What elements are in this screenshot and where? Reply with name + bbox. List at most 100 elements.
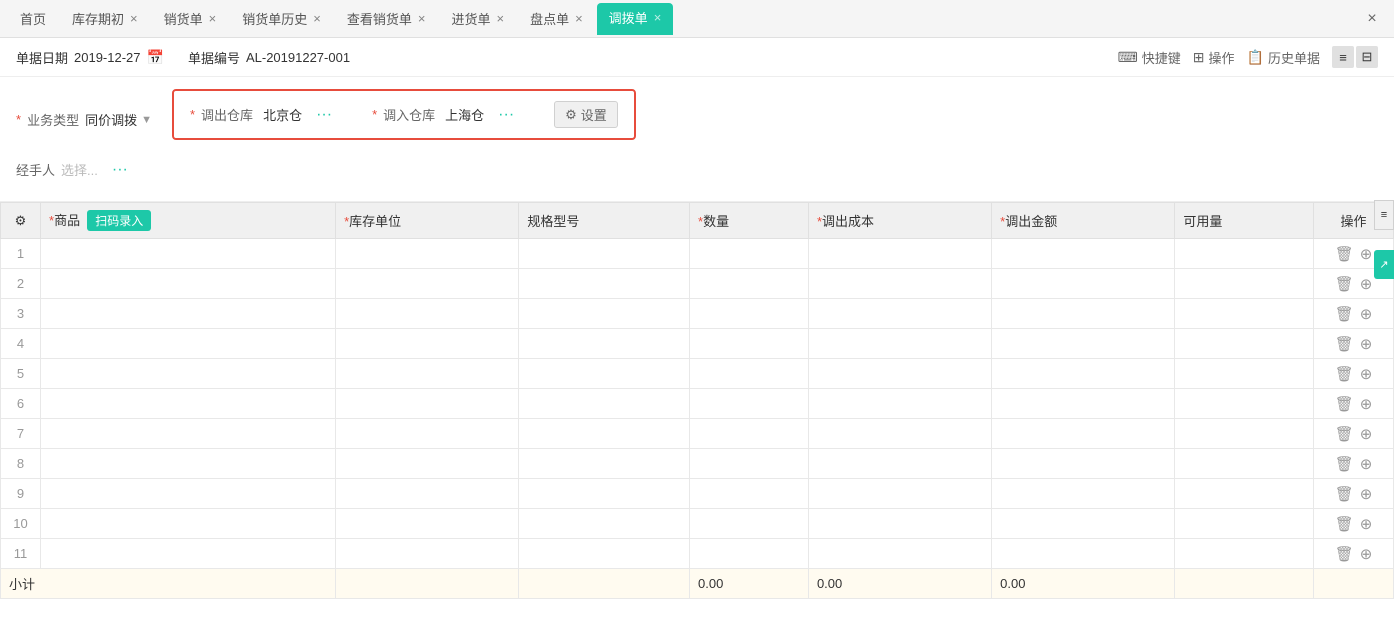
agent-placeholder[interactable]: 选择... [61, 160, 98, 179]
tab-bar: 首页 库存期初 × 销货单 × 销货单历史 × 查看销货单 × 进货单 × 盘点… [0, 0, 1394, 38]
copy-row-icon[interactable]: ⊕ [1360, 485, 1373, 503]
col-product: *商品 扫码录入 [41, 203, 336, 239]
delete-row-icon[interactable]: 🗑 [1335, 545, 1354, 563]
doc-no-value: AL-20191227-001 [246, 50, 350, 65]
form-settings-button[interactable]: ⚙ 设置 [554, 101, 618, 128]
table-row: 5🗑⊕ [1, 359, 1394, 389]
warehouse-out-field: * 调出仓库 北京仓 ··· [190, 105, 332, 124]
tab-home[interactable]: 首页 [8, 3, 58, 35]
warehouse-box: * 调出仓库 北京仓 ··· * 调入仓库 上海仓 ··· ⚙ 设置 [172, 89, 636, 140]
col-settings[interactable]: ⚙ [1, 203, 41, 239]
tab-sales-order[interactable]: 销货单 × [152, 3, 229, 35]
delete-row-icon[interactable]: 🗑 [1335, 425, 1354, 443]
col-unit: *库存单位 [336, 203, 519, 239]
table-row: 3🗑⊕ [1, 299, 1394, 329]
close-tab-sales-order[interactable]: × [209, 11, 217, 26]
warehouse-in-value: 上海仓 [445, 105, 484, 124]
table-row: 4🗑⊕ [1, 329, 1394, 359]
close-tab-view-sales[interactable]: × [418, 11, 426, 26]
business-type-select[interactable]: 同价调拨 ▼ [85, 110, 152, 129]
settings-gear-icon: ⚙ [565, 107, 577, 123]
operate-button[interactable]: ⊞ 操作 [1193, 48, 1235, 67]
form-header: 单据日期 2019-12-27 📅 单据编号 AL-20191227-001 ⌨… [0, 38, 1394, 77]
table-row: 9🗑⊕ [1, 479, 1394, 509]
operate-icon: ⊞ [1193, 49, 1205, 66]
date-value: 2019-12-27 [74, 50, 141, 65]
doc-no-field: 单据编号 AL-20191227-001 [188, 48, 350, 67]
warehouse-out-more-icon[interactable]: ··· [316, 106, 332, 124]
form-body: * 业务类型 同价调拨 ▼ * 调出仓库 北京仓 ··· * [0, 77, 1394, 202]
delete-row-icon[interactable]: 🗑 [1335, 305, 1354, 323]
form-row-1: * 业务类型 同价调拨 ▼ * 调出仓库 北京仓 ··· * [16, 89, 1378, 150]
table-area: ⚙ *商品 扫码录入 *库存单位 规格型号 *数量 *调出成本 *调出金额 可用… [0, 202, 1394, 634]
shortcut-icon: ⌨ [1118, 49, 1138, 66]
table-row: 2🗑⊕ [1, 269, 1394, 299]
close-tab-inventory-init[interactable]: × [130, 11, 138, 26]
tab-inventory-check[interactable]: 盘点单 × [518, 3, 595, 35]
close-tab-transfer[interactable]: × [654, 10, 662, 25]
calendar-icon[interactable]: 📅 [147, 49, 164, 66]
copy-row-icon[interactable]: ⊕ [1360, 395, 1373, 413]
col-spec: 规格型号 [519, 203, 690, 239]
col-qty: *数量 [690, 203, 809, 239]
right-expand-button[interactable]: ↗ [1374, 250, 1394, 279]
tab-inventory-init[interactable]: 库存期初 × [60, 3, 150, 35]
col-available: 可用量 [1175, 203, 1314, 239]
warehouse-in-more-icon[interactable]: ··· [498, 106, 514, 124]
tab-sales-history[interactable]: 销货单历史 × [230, 3, 333, 35]
col-cost: *调出成本 [808, 203, 991, 239]
table-row: 11🗑⊕ [1, 539, 1394, 569]
tab-purchase-order[interactable]: 进货单 × [439, 3, 516, 35]
copy-row-icon[interactable]: ⊕ [1360, 365, 1373, 383]
window-close-button[interactable]: × [1358, 5, 1386, 33]
table-row: 1🗑⊕ [1, 239, 1394, 269]
copy-row-icon[interactable]: ⊕ [1360, 545, 1373, 563]
warehouse-in-field: * 调入仓库 上海仓 ··· [372, 105, 514, 124]
warehouse-out-value: 北京仓 [263, 105, 302, 124]
history-button[interactable]: 📋 历史单据 [1247, 48, 1320, 67]
layout-btn-1[interactable]: ≡ [1332, 46, 1354, 68]
delete-row-icon[interactable]: 🗑 [1335, 365, 1354, 383]
table-row: 8🗑⊕ [1, 449, 1394, 479]
close-tab-sales-history[interactable]: × [313, 11, 321, 26]
delete-row-icon[interactable]: 🗑 [1335, 455, 1354, 473]
delete-row-icon[interactable]: 🗑 [1335, 245, 1354, 263]
col-amount: *调出金额 [992, 203, 1175, 239]
layout-btn-2[interactable]: ⊟ [1356, 46, 1378, 68]
delete-row-icon[interactable]: 🗑 [1335, 335, 1354, 353]
delete-row-icon[interactable]: 🗑 [1335, 395, 1354, 413]
dropdown-arrow-icon: ▼ [141, 114, 152, 126]
table-row: 6🗑⊕ [1, 389, 1394, 419]
main-table: ⚙ *商品 扫码录入 *库存单位 规格型号 *数量 *调出成本 *调出金额 可用… [0, 202, 1394, 599]
table-row: 7🗑⊕ [1, 419, 1394, 449]
tab-transfer[interactable]: 调拨单 × [597, 3, 674, 35]
copy-row-icon[interactable]: ⊕ [1360, 305, 1373, 323]
business-type-field: * 业务类型 同价调拨 ▼ [16, 110, 152, 129]
history-icon: 📋 [1247, 49, 1264, 66]
close-tab-inventory-check[interactable]: × [575, 11, 583, 26]
copy-row-icon[interactable]: ⊕ [1360, 425, 1373, 443]
copy-row-icon[interactable]: ⊕ [1360, 245, 1373, 263]
close-tab-purchase-order[interactable]: × [496, 11, 504, 26]
copy-row-icon[interactable]: ⊕ [1360, 335, 1373, 353]
form-row-2: 经手人 选择... ··· [16, 160, 1378, 179]
subtotal-row: 小计 0.00 0.00 0.00 [1, 569, 1394, 599]
right-tool-panel: ≡ [1374, 200, 1394, 230]
copy-row-icon[interactable]: ⊕ [1360, 515, 1373, 533]
copy-row-icon[interactable]: ⊕ [1360, 455, 1373, 473]
agent-more-icon[interactable]: ··· [112, 161, 128, 179]
date-field: 单据日期 2019-12-27 📅 [16, 48, 164, 67]
header-actions: ⌨ 快捷键 ⊞ 操作 📋 历史单据 ≡ ⊟ [1118, 46, 1378, 68]
right-tool-list-icon[interactable]: ≡ [1374, 200, 1394, 230]
business-type-value: 同价调拨 [85, 110, 137, 129]
delete-row-icon[interactable]: 🗑 [1335, 515, 1354, 533]
delete-row-icon[interactable]: 🗑 [1335, 275, 1354, 293]
scan-button[interactable]: 扫码录入 [87, 210, 151, 231]
tab-view-sales[interactable]: 查看销货单 × [335, 3, 438, 35]
delete-row-icon[interactable]: 🗑 [1335, 485, 1354, 503]
shortcut-button[interactable]: ⌨ 快捷键 [1118, 48, 1181, 67]
table-row: 10🗑⊕ [1, 509, 1394, 539]
agent-field: 经手人 选择... ··· [16, 160, 128, 179]
copy-row-icon[interactable]: ⊕ [1360, 275, 1373, 293]
table-gear-icon[interactable]: ⚙ [15, 213, 27, 228]
